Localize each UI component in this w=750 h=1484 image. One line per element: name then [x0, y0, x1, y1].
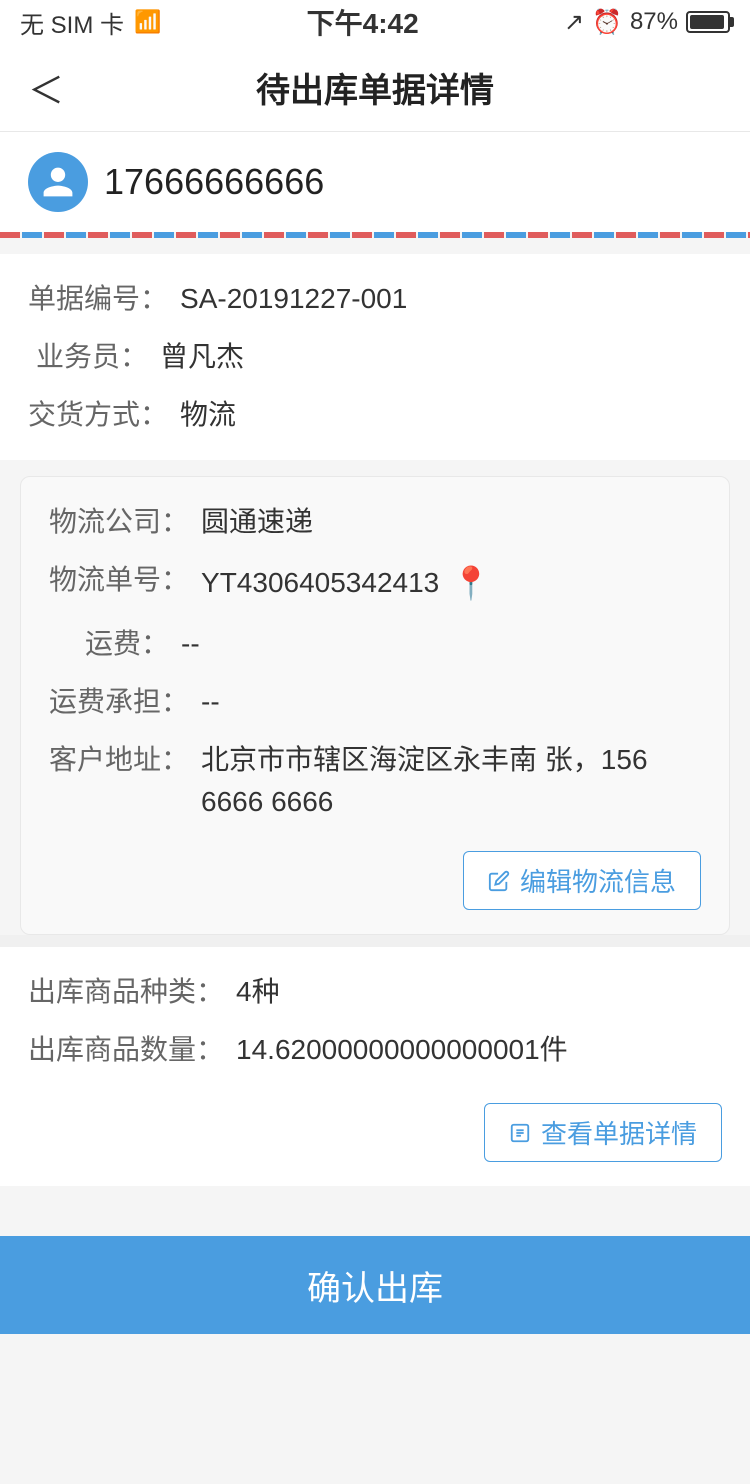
confirm-button-label: 确认出库	[307, 1261, 443, 1310]
address-label: 客户地址：	[49, 739, 189, 781]
tracking-row: 物流单号： YT4306405342413 📍	[49, 559, 701, 607]
user-icon	[40, 164, 76, 200]
product-qty-value: 14.62000000000000001件	[236, 1029, 722, 1071]
logistics-company-value: 圆通速递	[201, 501, 701, 543]
delivery-method-row: 交货方式： 物流	[28, 394, 722, 436]
status-left: 无 SIM 卡 📶	[20, 5, 161, 40]
view-detail-label: 查看单据详情	[541, 1114, 697, 1151]
section-divider	[0, 935, 750, 947]
salesman-row: 业务员： 曾凡杰	[28, 336, 722, 378]
back-button[interactable]: ＜	[28, 62, 64, 114]
status-bar: 无 SIM 卡 📶 下午4:42 ↗ ⏰ 87%	[0, 0, 750, 44]
document-no-row: 单据编号： SA-20191227-001	[28, 278, 722, 320]
battery-label: 87%	[630, 8, 678, 36]
address-value: 北京市市辖区海淀区永丰南 张，156 6666 6666	[201, 739, 701, 823]
wifi-icon: 📶	[134, 9, 161, 35]
page-title: 待出库单据详情	[256, 63, 494, 112]
logistics-section: 物流公司： 圆通速递 物流单号： YT4306405342413 📍 运费： -…	[20, 476, 730, 935]
address-row: 客户地址： 北京市市辖区海淀区永丰南 张，156 6666 6666	[49, 739, 701, 823]
product-types-label: 出库商品种类：	[28, 971, 224, 1013]
stock-info-section: 出库商品种类： 4种 出库商品数量： 14.62000000000000001件…	[0, 947, 750, 1186]
dashed-divider	[0, 232, 750, 238]
product-types-row: 出库商品种类： 4种	[28, 971, 722, 1013]
document-no-value: SA-20191227-001	[180, 278, 722, 320]
delivery-method-label: 交货方式：	[28, 394, 168, 436]
freight-bearer-row: 运费承担： --	[49, 681, 701, 723]
basic-info-section: 单据编号： SA-20191227-001 业务员： 曾凡杰 交货方式： 物流	[0, 254, 750, 460]
confirm-bar[interactable]: 确认出库	[0, 1236, 750, 1334]
tracking-number: YT4306405342413	[201, 562, 439, 604]
salesman-value: 曾凡杰	[160, 336, 722, 378]
location-status-icon: ↗	[564, 8, 584, 37]
document-no-label: 单据编号：	[28, 278, 168, 320]
carrier-label: 无 SIM 卡	[20, 5, 124, 40]
phone-number: 17666666666	[104, 161, 324, 203]
edit-logistics-label: 编辑物流信息	[520, 862, 676, 899]
edit-btn-container: 编辑物流信息	[49, 839, 701, 910]
location-icon[interactable]: 📍	[451, 559, 491, 607]
product-qty-row: 出库商品数量： 14.62000000000000001件	[28, 1029, 722, 1071]
list-icon	[509, 1122, 531, 1144]
alarm-icon: ⏰	[592, 8, 622, 37]
phone-header: 17666666666	[0, 132, 750, 232]
freight-label: 运费：	[49, 623, 169, 665]
battery-icon	[686, 11, 730, 33]
tracking-value: YT4306405342413 📍	[201, 559, 701, 607]
freight-value: --	[181, 623, 701, 665]
delivery-method-value: 物流	[180, 394, 722, 436]
avatar	[28, 152, 88, 212]
status-time: 下午4:42	[307, 2, 419, 42]
freight-row: 运费： --	[49, 623, 701, 665]
edit-icon	[488, 870, 510, 892]
product-qty-label: 出库商品数量：	[28, 1029, 224, 1071]
view-detail-button[interactable]: 查看单据详情	[484, 1103, 722, 1162]
logistics-company-row: 物流公司： 圆通速递	[49, 501, 701, 543]
nav-bar: ＜ 待出库单据详情	[0, 44, 750, 132]
edit-logistics-button[interactable]: 编辑物流信息	[463, 851, 701, 910]
product-types-value: 4种	[236, 971, 722, 1013]
logistics-company-label: 物流公司：	[49, 501, 189, 543]
view-detail-container: 查看单据详情	[28, 1087, 722, 1162]
tracking-label: 物流单号：	[49, 559, 189, 601]
salesman-label: 业务员：	[28, 336, 148, 378]
freight-bearer-label: 运费承担：	[49, 681, 189, 723]
status-right: ↗ ⏰ 87%	[564, 8, 730, 37]
freight-bearer-value: --	[201, 681, 701, 723]
